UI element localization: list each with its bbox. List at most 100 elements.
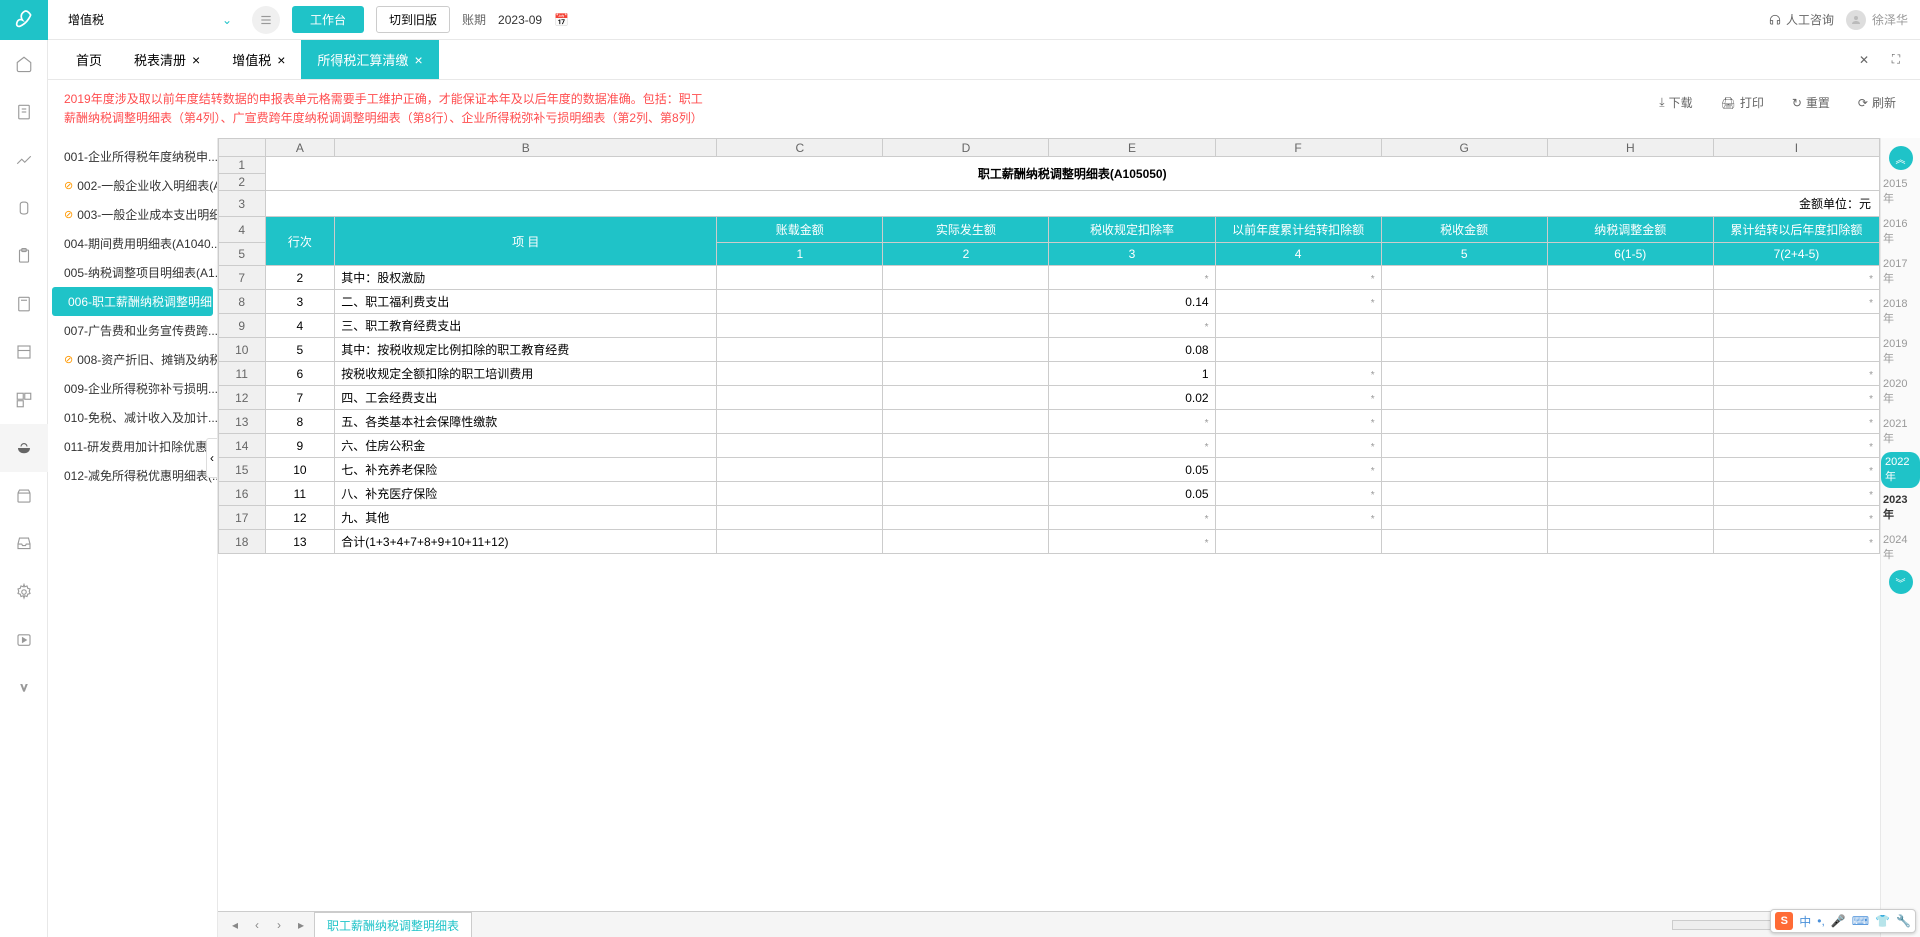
- cell-item[interactable]: 二、职工福利费支出: [335, 290, 717, 314]
- user-menu[interactable]: 徐泽华: [1846, 10, 1908, 30]
- cell[interactable]: [1547, 434, 1713, 458]
- cell-item[interactable]: 其中：按税收规定比例扣除的职工教育经费: [335, 338, 717, 362]
- tree-item[interactable]: 012-减免所得税优惠明细表(...: [48, 461, 217, 490]
- refresh-button[interactable]: ⟳ 刷新: [1850, 90, 1904, 115]
- reset-button[interactable]: ↻ 重置: [1784, 90, 1838, 115]
- row-header[interactable]: 16: [219, 482, 266, 506]
- cell[interactable]: [883, 362, 1049, 386]
- th-n1[interactable]: 1: [717, 243, 883, 266]
- cell[interactable]: [717, 362, 883, 386]
- nav-template[interactable]: [0, 328, 48, 376]
- th-c2[interactable]: 实际发生额: [883, 217, 1049, 243]
- download-button[interactable]: ⤓ 下载: [1651, 90, 1700, 115]
- row-header[interactable]: 9: [219, 314, 266, 338]
- cell[interactable]: [1381, 266, 1547, 290]
- year-item[interactable]: 2017年: [1881, 252, 1920, 292]
- th-n6[interactable]: 6(1-5): [1547, 243, 1713, 266]
- cell[interactable]: *: [1713, 362, 1879, 386]
- tree-item[interactable]: 004-期间费用明细表(A1040...: [48, 229, 217, 258]
- cell[interactable]: [1381, 386, 1547, 410]
- cell[interactable]: [1381, 530, 1547, 554]
- cell-item[interactable]: 合计(1+3+4+7+8+9+10+11+12): [335, 530, 717, 554]
- switch-old-button[interactable]: 切到旧版: [376, 6, 450, 33]
- cell[interactable]: [717, 530, 883, 554]
- cell[interactable]: [1215, 314, 1381, 338]
- cell[interactable]: [883, 338, 1049, 362]
- cell[interactable]: [1547, 338, 1713, 362]
- tree-item[interactable]: ⊘008-资产折旧、摊销及纳税...: [48, 345, 217, 374]
- cell[interactable]: *: [1215, 482, 1381, 506]
- cell[interactable]: *: [1215, 506, 1381, 530]
- cell[interactable]: *: [1049, 434, 1215, 458]
- cell-rownum[interactable]: 6: [265, 362, 335, 386]
- ime-skin-icon[interactable]: 👕: [1875, 914, 1890, 928]
- nav-tax[interactable]: [0, 424, 48, 472]
- sheet-nav-prev[interactable]: ‹: [248, 916, 266, 934]
- cell[interactable]: [883, 266, 1049, 290]
- cell-item[interactable]: 四、工会经费支出: [335, 386, 717, 410]
- cell-item[interactable]: 其中：股权激励: [335, 266, 717, 290]
- year-item[interactable]: 2021年: [1881, 412, 1920, 452]
- year-up-button[interactable]: ︽: [1889, 146, 1913, 170]
- cell[interactable]: *: [1215, 290, 1381, 314]
- cell-rownum[interactable]: 12: [265, 506, 335, 530]
- year-item[interactable]: 2015年: [1881, 172, 1920, 212]
- year-item[interactable]: 2018年: [1881, 292, 1920, 332]
- calendar-icon[interactable]: 📅: [554, 13, 569, 27]
- cell[interactable]: [883, 290, 1049, 314]
- cell[interactable]: [1713, 314, 1879, 338]
- col-header[interactable]: E: [1049, 139, 1215, 157]
- cell[interactable]: [1547, 506, 1713, 530]
- unit-cell[interactable]: 金额单位：元: [265, 191, 1880, 217]
- row-header[interactable]: 10: [219, 338, 266, 362]
- sheet-tab[interactable]: 职工薪酬纳税调整明细表: [314, 912, 472, 937]
- cell-rownum[interactable]: 9: [265, 434, 335, 458]
- row-header[interactable]: 11: [219, 362, 266, 386]
- cell[interactable]: [883, 482, 1049, 506]
- cell-rownum[interactable]: 11: [265, 482, 335, 506]
- sheet-nav-next[interactable]: ›: [270, 916, 288, 934]
- cell-rownum[interactable]: 7: [265, 386, 335, 410]
- cell[interactable]: [1381, 506, 1547, 530]
- cell-item[interactable]: 九、其他: [335, 506, 717, 530]
- col-header[interactable]: A: [265, 139, 335, 157]
- year-item[interactable]: 2016年: [1881, 212, 1920, 252]
- row-header[interactable]: 2: [219, 174, 266, 191]
- tab-close-icon[interactable]: ×: [277, 52, 285, 68]
- cell[interactable]: [883, 506, 1049, 530]
- row-header[interactable]: 1: [219, 157, 266, 174]
- cell[interactable]: [1547, 482, 1713, 506]
- ime-mic-icon[interactable]: 🎤: [1831, 914, 1846, 928]
- workbench-button[interactable]: 工作台: [292, 6, 364, 33]
- cell[interactable]: [1381, 362, 1547, 386]
- row-header[interactable]: 3: [219, 191, 266, 217]
- cell[interactable]: [1713, 338, 1879, 362]
- cell[interactable]: [883, 386, 1049, 410]
- nav-dashboard[interactable]: [0, 376, 48, 424]
- sheet-title[interactable]: 职工薪酬纳税调整明细表(A105050): [265, 157, 1880, 191]
- col-header[interactable]: H: [1547, 139, 1713, 157]
- cell[interactable]: [883, 434, 1049, 458]
- th-n3[interactable]: 3: [1049, 243, 1215, 266]
- cell-rownum[interactable]: 2: [265, 266, 335, 290]
- row-header[interactable]: 17: [219, 506, 266, 530]
- cell[interactable]: *: [1215, 410, 1381, 434]
- tab[interactable]: 增值税×: [216, 40, 301, 79]
- cell-item[interactable]: 三、职工教育经费支出: [335, 314, 717, 338]
- cell[interactable]: [1547, 266, 1713, 290]
- cell[interactable]: [883, 314, 1049, 338]
- cell[interactable]: [717, 506, 883, 530]
- cell[interactable]: 0.05: [1049, 482, 1215, 506]
- app-logo[interactable]: [0, 0, 48, 40]
- cell[interactable]: *: [1713, 506, 1879, 530]
- cell-rownum[interactable]: 4: [265, 314, 335, 338]
- sheet-nav-last[interactable]: ▸: [292, 916, 310, 934]
- cell-rownum[interactable]: 3: [265, 290, 335, 314]
- cell[interactable]: *: [1215, 386, 1381, 410]
- cell[interactable]: *: [1049, 530, 1215, 554]
- cell[interactable]: *: [1049, 314, 1215, 338]
- nav-docs[interactable]: [0, 88, 48, 136]
- cell[interactable]: [717, 314, 883, 338]
- th-c5[interactable]: 税收金额: [1381, 217, 1547, 243]
- tab[interactable]: 税表清册×: [118, 40, 216, 79]
